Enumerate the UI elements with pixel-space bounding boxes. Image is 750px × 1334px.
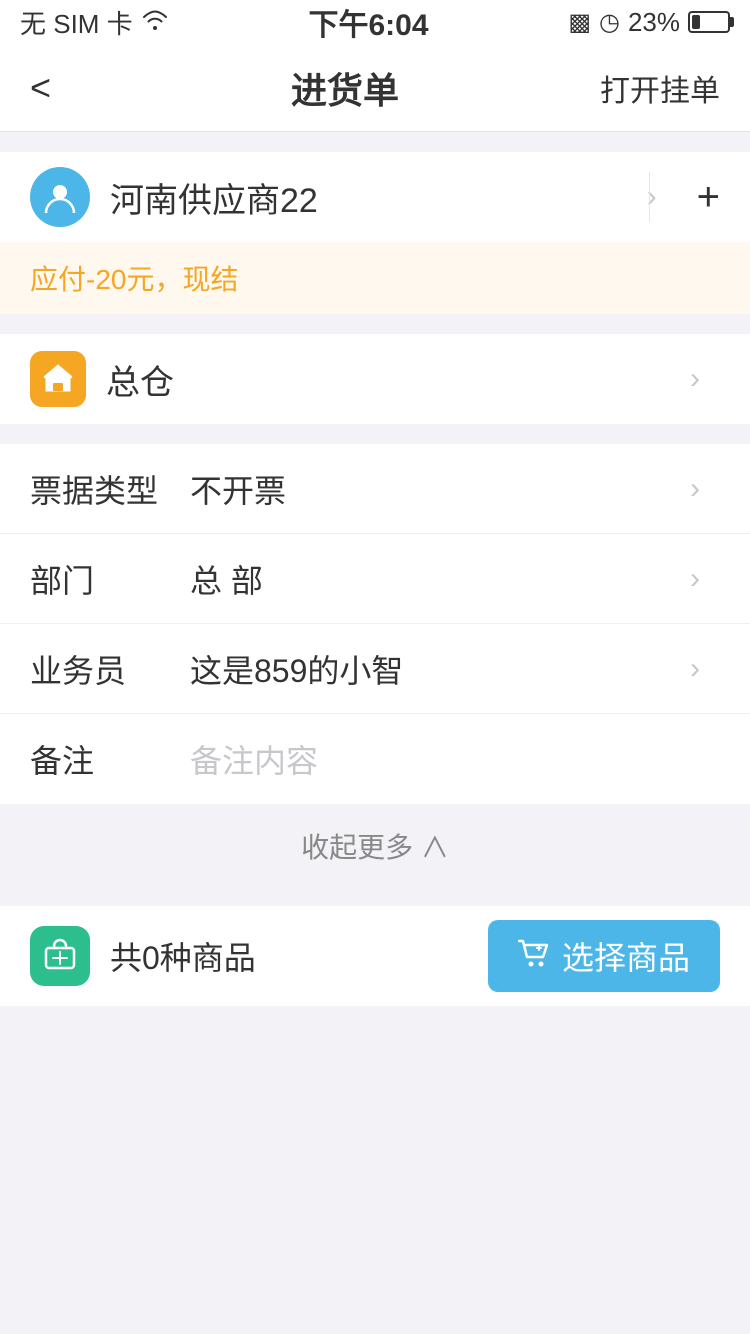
remark-row[interactable]: 备注 备注内容 <box>0 714 750 804</box>
product-count-label: 共0种商品 <box>110 933 488 979</box>
carrier-label: 无 SIM 卡 <box>20 4 133 41</box>
invoice-type-value: 不开票 <box>170 466 690 512</box>
warehouse-icon <box>30 351 86 407</box>
warehouse-label: 总仓 <box>106 355 690 404</box>
supplier-section: 河南供应商22 › + 应付-20元，现结 <box>0 152 750 314</box>
notice-text: 应付-20元，现结 <box>30 264 238 295</box>
content-area: 河南供应商22 › + 应付-20元，现结 总仓 › 票据类型 不开票 › <box>0 132 750 1306</box>
sales-rep-value: 这是859的小智 <box>170 646 690 692</box>
nav-bar: < 进货单 打开挂单 <box>0 44 750 132</box>
open-pending-button[interactable]: 打开挂单 <box>600 66 720 110</box>
remark-placeholder: 备注内容 <box>170 736 720 782</box>
invoice-type-row[interactable]: 票据类型 不开票 › <box>0 444 750 534</box>
notice-bar: 应付-20元，现结 <box>0 242 750 314</box>
supplier-row[interactable]: 河南供应商22 › + <box>0 152 750 242</box>
form-section: 票据类型 不开票 › 部门 总 部 › 业务员 这是859的小智 › 备注 备注… <box>0 444 750 804</box>
select-product-button[interactable]: 选择商品 <box>488 920 720 992</box>
supplier-divider <box>649 172 650 222</box>
warehouse-chevron-icon: › <box>690 362 700 396</box>
department-chevron-icon: › <box>690 562 700 596</box>
supplier-name: 河南供应商22 <box>110 173 647 222</box>
invoice-type-label: 票据类型 <box>30 466 170 512</box>
time-label: 下午6:04 <box>308 0 428 44</box>
select-btn-label: 选择商品 <box>562 933 690 979</box>
add-supplier-button[interactable]: + <box>697 175 720 220</box>
location-icon: ▩ <box>568 8 591 37</box>
department-label: 部门 <box>30 556 170 602</box>
department-row[interactable]: 部门 总 部 › <box>0 534 750 624</box>
sales-rep-row[interactable]: 业务员 这是859的小智 › <box>0 624 750 714</box>
product-icon <box>30 926 90 986</box>
status-right: ▩ ◷ 23% <box>568 7 730 38</box>
invoice-chevron-icon: › <box>690 472 700 506</box>
department-value: 总 部 <box>170 556 690 602</box>
status-left: 无 SIM 卡 <box>20 4 169 41</box>
supplier-avatar <box>30 167 90 227</box>
status-bar: 无 SIM 卡 下午6:04 ▩ ◷ 23% <box>0 0 750 44</box>
page-title: 进货单 <box>291 62 399 114</box>
page-background <box>0 1006 750 1306</box>
battery-icon <box>688 11 730 33</box>
collapse-label: 收起更多 ∧ <box>301 826 449 866</box>
collapse-button[interactable]: 收起更多 ∧ <box>0 806 750 886</box>
warehouse-row[interactable]: 总仓 › <box>0 334 750 424</box>
sales-rep-label: 业务员 <box>30 646 170 692</box>
battery-percentage: 23% <box>628 7 680 38</box>
select-cart-icon <box>518 939 550 974</box>
bottom-bar: 共0种商品 选择商品 <box>0 906 750 1006</box>
alarm-icon: ◷ <box>599 8 620 37</box>
gap-1 <box>0 132 750 152</box>
back-button[interactable]: < <box>30 67 90 109</box>
remark-label: 备注 <box>30 736 170 782</box>
sales-rep-chevron-icon: › <box>690 652 700 686</box>
wifi-icon <box>141 7 169 38</box>
